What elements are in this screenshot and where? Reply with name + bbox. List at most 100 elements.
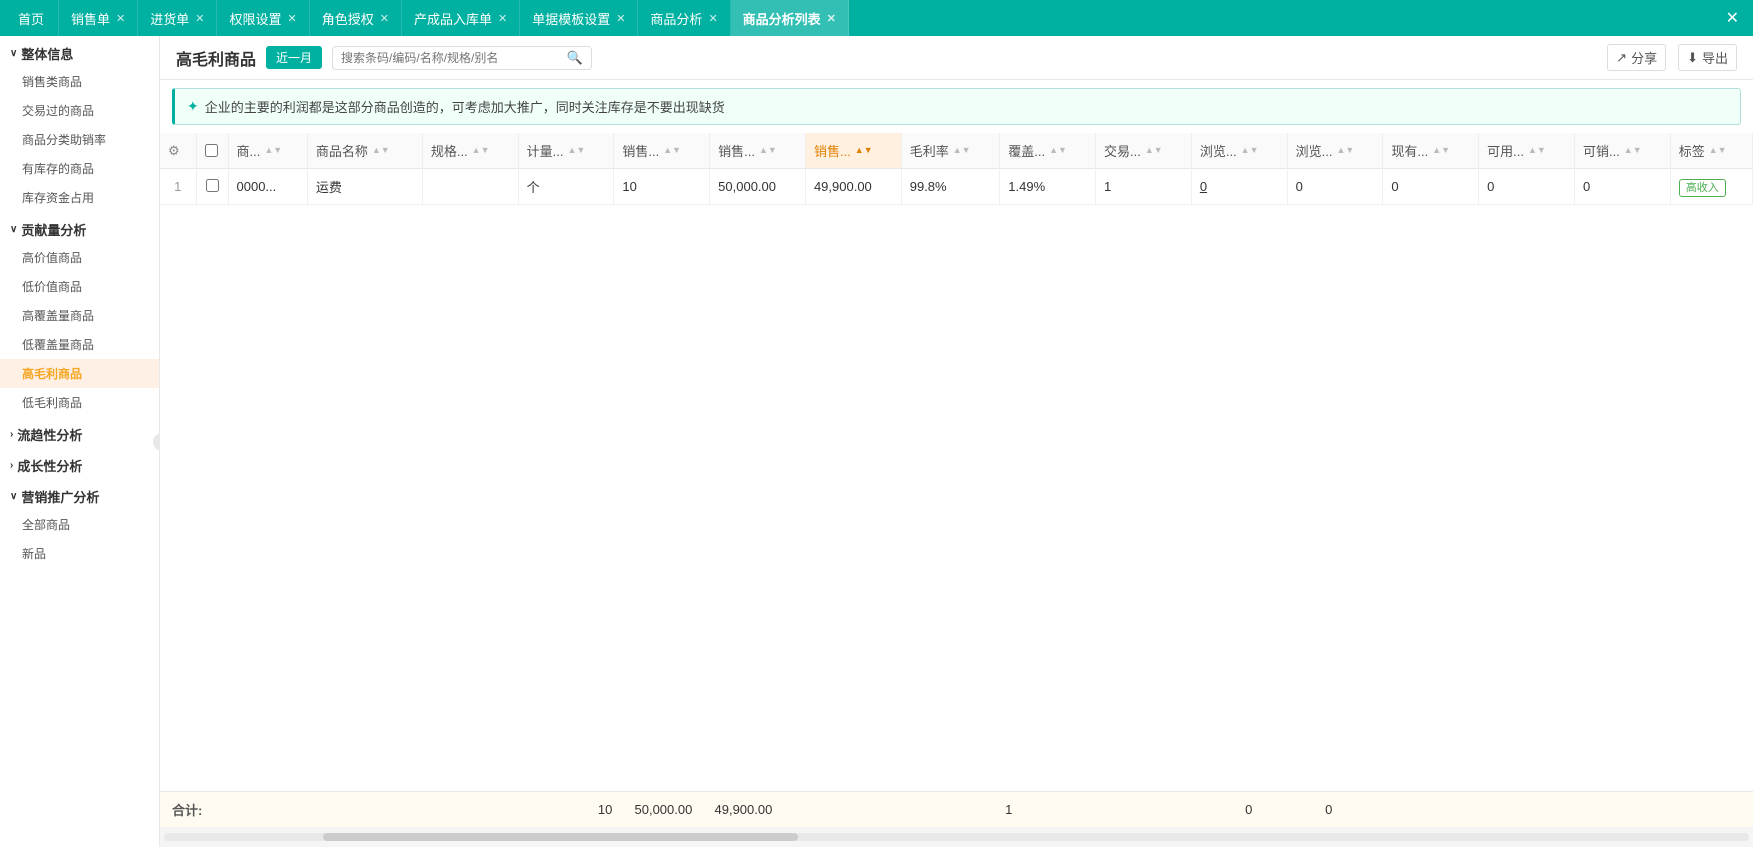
top-navigation: 首页 销售单 ✕ 进货单 ✕ 权限设置 ✕ 角色授权 ✕ 产成品入库单 ✕ 单据… bbox=[0, 0, 1753, 36]
close-permission-tab[interactable]: ✕ bbox=[288, 12, 297, 25]
sort-icon[interactable]: ▲▼ bbox=[372, 146, 390, 155]
scrollbar-track bbox=[164, 833, 1749, 841]
close-product-inbound-tab[interactable]: ✕ bbox=[498, 12, 507, 25]
table-wrapper[interactable]: ⚙ 商... ▲▼ bbox=[160, 133, 1753, 791]
close-all-tabs[interactable]: ✕ bbox=[1716, 8, 1749, 28]
nav-tab-permission[interactable]: 权限设置 ✕ bbox=[217, 0, 309, 36]
sort-icon[interactable]: ▲▼ bbox=[1624, 146, 1642, 155]
col-gross-rate-header[interactable]: 毛利率 ▲▼ bbox=[901, 133, 1000, 169]
sidebar-item-stock-goods[interactable]: 有库存的商品 bbox=[0, 154, 159, 183]
col-gear[interactable]: ⚙ bbox=[160, 133, 196, 169]
search-box[interactable]: 🔍 bbox=[332, 46, 592, 70]
col-name-header[interactable]: 商品名称 ▲▼ bbox=[307, 133, 422, 169]
sort-icon[interactable]: ▲▼ bbox=[1241, 146, 1259, 155]
row-browse1[interactable]: 0 bbox=[1191, 169, 1287, 205]
row-spec bbox=[422, 169, 518, 205]
sidebar-item-stock-capital[interactable]: 库存资金占用 bbox=[0, 183, 159, 212]
col-browse2-header[interactable]: 浏览... ▲▼ bbox=[1287, 133, 1383, 169]
sidebar-item-all-goods[interactable]: 全部商品 bbox=[0, 510, 159, 539]
footer-trade: 1 bbox=[940, 802, 1020, 817]
sort-icon[interactable]: ▲▼ bbox=[1145, 146, 1163, 155]
sidebar-item-sales-goods[interactable]: 销售类商品 bbox=[0, 67, 159, 96]
nav-tab-product-inbound[interactable]: 产成品入库单 ✕ bbox=[402, 0, 520, 36]
col-sales-amt-header[interactable]: 销售... ▲▼ bbox=[710, 133, 806, 169]
sort-icon[interactable]: ▲▼ bbox=[1432, 146, 1450, 155]
sort-icon[interactable]: ▲▼ bbox=[855, 146, 873, 155]
search-input[interactable] bbox=[341, 51, 567, 65]
nav-tab-sales[interactable]: 销售单 ✕ bbox=[59, 0, 138, 36]
row-coverage: 1.49% bbox=[1000, 169, 1096, 205]
scrollbar-thumb[interactable] bbox=[323, 833, 799, 841]
sidebar-item-traded-goods[interactable]: 交易过的商品 bbox=[0, 96, 159, 125]
nav-tab-purchase[interactable]: 进货单 ✕ bbox=[138, 0, 217, 36]
export-button[interactable]: ⬇ 导出 bbox=[1678, 44, 1737, 71]
sidebar-item-high-value[interactable]: 高价值商品 bbox=[0, 243, 159, 272]
sidebar-item-low-coverage[interactable]: 低覆盖量商品 bbox=[0, 330, 159, 359]
nav-tab-analysis-list[interactable]: 商品分析列表 ✕ bbox=[731, 0, 849, 36]
share-button[interactable]: ↗ 分享 bbox=[1607, 44, 1666, 71]
sidebar-item-new-goods[interactable]: 新品 bbox=[0, 539, 159, 568]
filter-recent-month[interactable]: 近一月 bbox=[266, 46, 322, 69]
nav-tab-role[interactable]: 角色授权 ✕ bbox=[310, 0, 402, 36]
row-sales-qty: 10 bbox=[614, 169, 710, 205]
sort-icon[interactable]: ▲▼ bbox=[567, 146, 585, 155]
close-analysis-tab[interactable]: ✕ bbox=[708, 12, 717, 25]
settings-icon[interactable]: ⚙ bbox=[168, 143, 180, 159]
col-trade-header[interactable]: 交易... ▲▼ bbox=[1096, 133, 1192, 169]
col-browse1-header[interactable]: 浏览... ▲▼ bbox=[1191, 133, 1287, 169]
chevron-down-icon: ∨ bbox=[10, 48, 17, 59]
sort-icon[interactable]: ▲▼ bbox=[1528, 146, 1546, 155]
col-code-header[interactable]: 商... ▲▼ bbox=[228, 133, 307, 169]
col-tag-header[interactable]: 标签 ▲▼ bbox=[1670, 133, 1752, 169]
footer-sales-qty: 10 bbox=[540, 802, 620, 817]
close-role-tab[interactable]: ✕ bbox=[380, 12, 389, 25]
nav-tab-analysis[interactable]: 商品分析 ✕ bbox=[638, 0, 730, 36]
nav-tab-home[interactable]: 首页 bbox=[4, 0, 59, 36]
sidebar-item-high-margin[interactable]: 高毛利商品 bbox=[0, 359, 159, 388]
col-spec-header[interactable]: 规格... ▲▼ bbox=[422, 133, 518, 169]
col-coverage-header[interactable]: 覆盖... ▲▼ bbox=[1000, 133, 1096, 169]
sort-icon[interactable]: ▲▼ bbox=[1336, 146, 1354, 155]
sidebar-item-low-margin[interactable]: 低毛利商品 bbox=[0, 388, 159, 417]
sidebar-item-low-value[interactable]: 低价值商品 bbox=[0, 272, 159, 301]
col-sales-qty-header[interactable]: 销售... ▲▼ bbox=[614, 133, 710, 169]
close-analysis-list-tab[interactable]: ✕ bbox=[827, 12, 836, 25]
info-icon: ✦ bbox=[187, 98, 199, 115]
sort-icon[interactable]: ▲▼ bbox=[1709, 146, 1727, 155]
sidebar-group-overall[interactable]: ∨ 整体信息 bbox=[0, 36, 159, 67]
sidebar-item-category-rate[interactable]: 商品分类助销率 bbox=[0, 125, 159, 154]
close-sales-tab[interactable]: ✕ bbox=[116, 12, 125, 25]
sidebar-item-high-coverage[interactable]: 高覆盖量商品 bbox=[0, 301, 159, 330]
select-all-checkbox[interactable] bbox=[205, 144, 218, 157]
close-template-tab[interactable]: ✕ bbox=[616, 12, 625, 25]
sort-icon[interactable]: ▲▼ bbox=[953, 146, 971, 155]
col-checkbox[interactable] bbox=[196, 133, 228, 169]
row-saleable: 0 bbox=[1574, 169, 1670, 205]
row-browse2: 0 bbox=[1287, 169, 1383, 205]
col-saleable-header[interactable]: 可销... ▲▼ bbox=[1574, 133, 1670, 169]
col-stock-header[interactable]: 现有... ▲▼ bbox=[1383, 133, 1479, 169]
close-purchase-tab[interactable]: ✕ bbox=[195, 12, 204, 25]
sort-icon[interactable]: ▲▼ bbox=[663, 146, 681, 155]
search-icon[interactable]: 🔍 bbox=[567, 50, 583, 66]
col-available-header[interactable]: 可用... ▲▼ bbox=[1479, 133, 1575, 169]
export-icon: ⬇ bbox=[1687, 50, 1698, 66]
nav-tab-template[interactable]: 单据模板设置 ✕ bbox=[520, 0, 638, 36]
sort-icon[interactable]: ▲▼ bbox=[1049, 146, 1067, 155]
sidebar-group-trend[interactable]: › 流趋性分析 bbox=[0, 417, 159, 448]
row-code: 0000... bbox=[228, 169, 307, 205]
footer-sales-amt2: 49,900.00 bbox=[700, 802, 780, 817]
col-sales-amt2-header[interactable]: 销售... ▲▼ bbox=[805, 133, 901, 169]
row-checkbox-cell[interactable] bbox=[196, 169, 228, 205]
sort-icon[interactable]: ▲▼ bbox=[264, 146, 282, 155]
row-checkbox[interactable] bbox=[206, 179, 219, 192]
col-unit-header[interactable]: 计量... ▲▼ bbox=[518, 133, 614, 169]
sidebar-group-growth[interactable]: › 成长性分析 bbox=[0, 448, 159, 479]
sort-icon[interactable]: ▲▼ bbox=[472, 146, 490, 155]
sidebar-group-contribution[interactable]: ∨ 贡献量分析 bbox=[0, 212, 159, 243]
footer-label: 合计: bbox=[172, 800, 202, 819]
row-sales-amt2: 49,900.00 bbox=[805, 169, 901, 205]
sort-icon[interactable]: ▲▼ bbox=[759, 146, 777, 155]
sidebar-group-marketing[interactable]: ∨ 营销推广分析 bbox=[0, 479, 159, 510]
horizontal-scrollbar[interactable] bbox=[160, 827, 1753, 847]
